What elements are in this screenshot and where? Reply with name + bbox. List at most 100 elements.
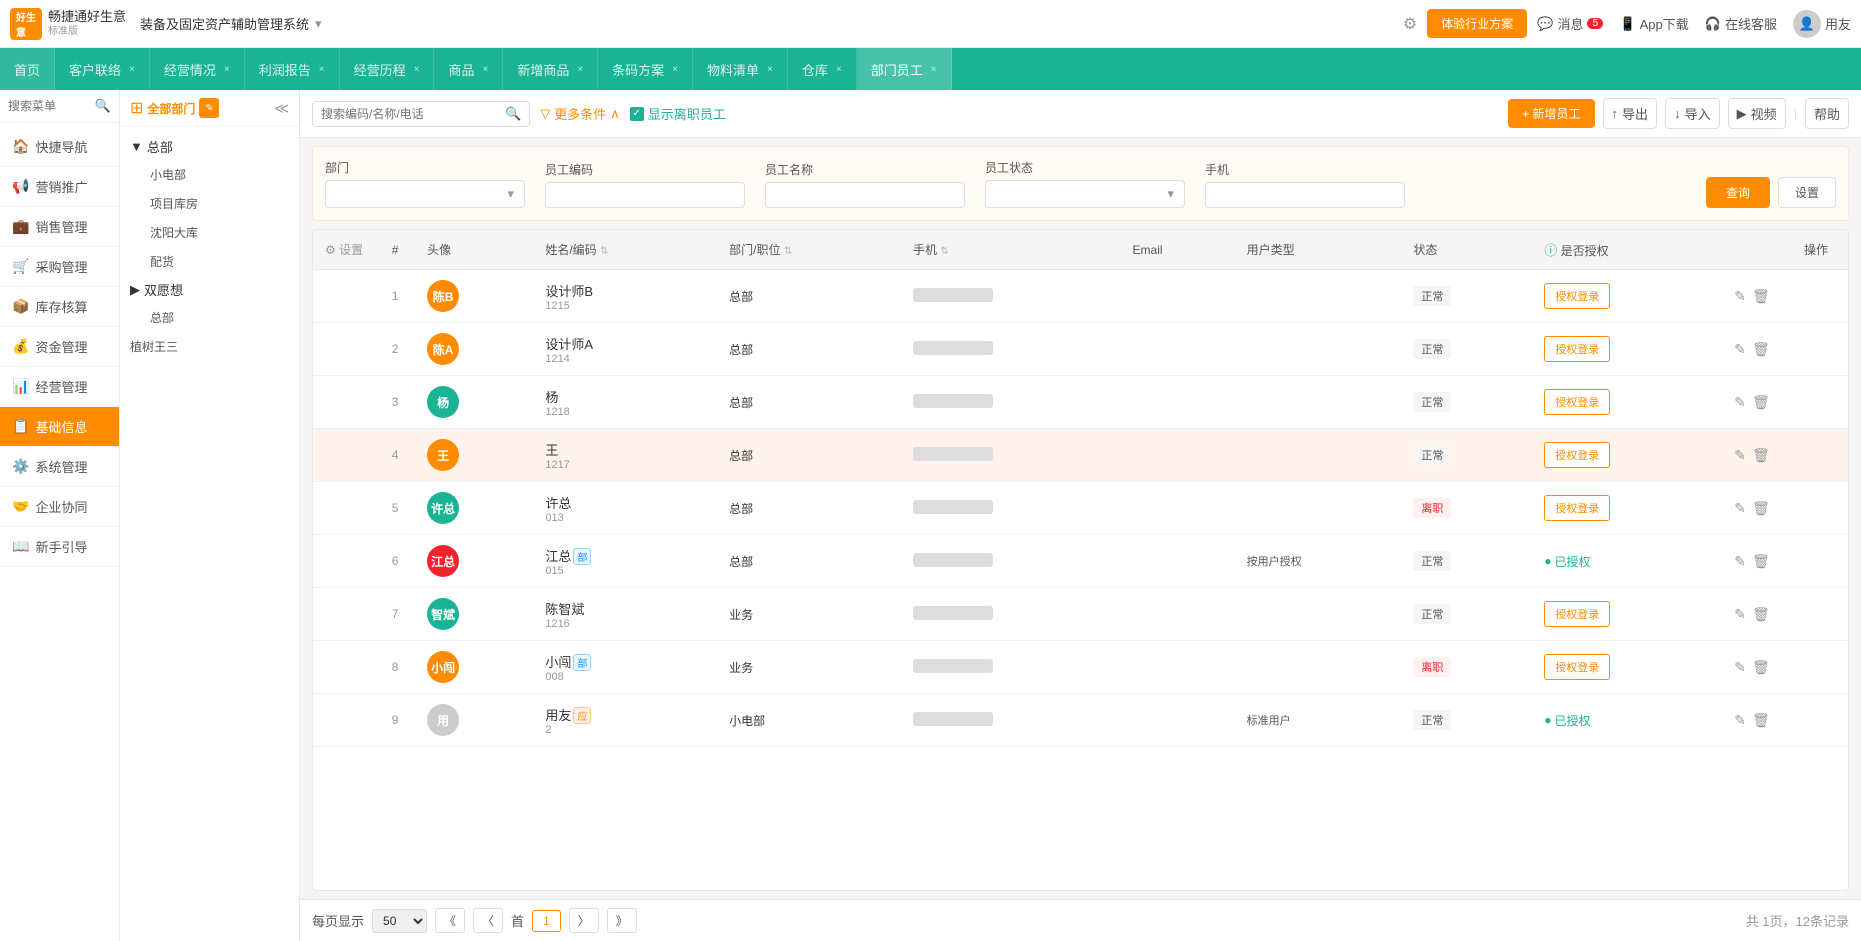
tab-customer[interactable]: 客户联络 × [55, 48, 150, 90]
sidebar-item-quick-nav[interactable]: 🏠 快捷导航 [0, 127, 119, 167]
auth-login-btn[interactable]: 授权登录 [1544, 389, 1610, 415]
search-input[interactable] [321, 107, 501, 121]
tab-employees[interactable]: 部门员工 × [857, 48, 952, 90]
auth-login-btn[interactable]: 授权登录 [1544, 654, 1610, 680]
delete-icon[interactable]: 🗑 [1752, 447, 1770, 464]
user-area[interactable]: 👤 用友 [1793, 10, 1851, 38]
close-icon[interactable]: × [767, 64, 773, 75]
tab-profit[interactable]: 利润报告 × [245, 48, 340, 90]
tab-warehouse[interactable]: 仓库 × [788, 48, 857, 90]
trial-button[interactable]: 体验行业方案 [1427, 9, 1527, 38]
next-page-btn[interactable]: 〉 [569, 908, 599, 933]
message-btn[interactable]: 💬 消息 5 [1537, 14, 1603, 33]
dept-edit-icon[interactable]: ✎ [199, 98, 219, 118]
delete-icon[interactable]: 🗑 [1752, 341, 1770, 358]
auth-login-btn[interactable]: 授权登录 [1544, 336, 1610, 362]
close-icon[interactable]: × [672, 64, 678, 75]
video-button[interactable]: ▶ 视频 [1728, 98, 1786, 129]
delete-icon[interactable]: 🗑 [1752, 659, 1770, 676]
import-button[interactable]: ↓ 导入 [1665, 98, 1720, 129]
col-name[interactable]: 姓名/编码 ⇅ [533, 230, 717, 270]
first-page-btn[interactable]: 《 [435, 908, 465, 933]
sidebar-item-finance[interactable]: 💰 资金管理 [0, 327, 119, 367]
help-button[interactable]: 帮助 [1805, 98, 1849, 129]
add-employee-button[interactable]: + 新增员工 [1508, 99, 1594, 128]
close-icon[interactable]: × [577, 64, 583, 75]
auth-login-btn[interactable]: 授权登录 [1544, 601, 1610, 627]
sidebar-item-marketing[interactable]: 📢 营销推广 [0, 167, 119, 207]
delete-icon[interactable]: 🗑 [1752, 394, 1770, 411]
last-page-btn[interactable]: 》 [607, 908, 637, 933]
sidebar-item-enterprise[interactable]: 🤝 企业协同 [0, 487, 119, 527]
emp-name-input[interactable] [765, 182, 965, 208]
delete-icon[interactable]: 🗑 [1752, 500, 1770, 517]
sidebar-item-inventory[interactable]: 📦 库存核算 [0, 287, 119, 327]
tab-journey[interactable]: 经营历程 × [340, 48, 435, 90]
show-resigned-toggle[interactable]: ✓ 显示离职员工 [630, 104, 726, 123]
close-icon[interactable]: × [224, 64, 230, 75]
current-page[interactable]: 1 [532, 910, 561, 932]
gear-icon[interactable]: ⚙ [1403, 14, 1417, 34]
edit-icon[interactable]: ✎ [1734, 394, 1746, 411]
sidebar-search-input[interactable] [8, 99, 91, 113]
edit-icon[interactable]: ✎ [1734, 712, 1746, 729]
tab-home[interactable]: 首页 [0, 48, 55, 90]
tab-barcode[interactable]: 条码方案 × [598, 48, 693, 90]
close-icon[interactable]: × [129, 64, 135, 75]
emp-code-input[interactable] [545, 182, 745, 208]
close-icon-active[interactable]: × [931, 64, 937, 75]
delete-icon[interactable]: 🗑 [1752, 606, 1770, 623]
auth-login-btn[interactable]: 授权登录 [1544, 442, 1610, 468]
search-btn-icon[interactable]: 🔍 [505, 106, 521, 122]
collapse-icon[interactable]: ≪ [274, 100, 289, 117]
dept-item-small-elec[interactable]: 小电部 [130, 160, 299, 189]
delete-icon[interactable]: 🗑 [1752, 712, 1770, 729]
dept-item-project[interactable]: 项目库房 [130, 189, 299, 218]
system-dropdown-icon[interactable]: ▾ [315, 16, 322, 32]
prev-page-btn[interactable]: 〈 [473, 908, 503, 933]
edit-icon[interactable]: ✎ [1734, 447, 1746, 464]
edit-icon[interactable]: ✎ [1734, 341, 1746, 358]
col-settings[interactable]: ⚙ 设置 [313, 230, 375, 270]
more-conditions-btn[interactable]: ▽ 更多条件 ∧ [540, 104, 620, 123]
tab-new-goods[interactable]: 新增商品 × [503, 48, 598, 90]
dept-item-distribution[interactable]: 配货 [130, 247, 299, 276]
app-download-btn[interactable]: 📱 App下载 [1619, 14, 1688, 33]
tab-goods[interactable]: 商品 × [434, 48, 503, 90]
dept-tree-group-hq[interactable]: ▼ 总部 [120, 133, 299, 160]
sidebar-item-operations[interactable]: 📊 经营管理 [0, 367, 119, 407]
phone-input[interactable] [1205, 182, 1405, 208]
dept-select[interactable]: ▾ [325, 180, 525, 208]
dept-item-planting[interactable]: 植树王三 [120, 332, 299, 361]
sidebar-item-purchase[interactable]: 🛒 采购管理 [0, 247, 119, 287]
dept-item-shenyang[interactable]: 沈阳大库 [130, 218, 299, 247]
close-icon[interactable]: × [414, 64, 420, 75]
delete-icon[interactable]: 🗑 [1752, 553, 1770, 570]
query-button[interactable]: 查询 [1706, 177, 1770, 208]
sidebar-item-sales[interactable]: 💼 销售管理 [0, 207, 119, 247]
edit-icon[interactable]: ✎ [1734, 553, 1746, 570]
auth-login-btn[interactable]: 授权登录 [1544, 283, 1610, 309]
set-button[interactable]: 设置 [1778, 177, 1836, 208]
tab-operations[interactable]: 经营情况 × [150, 48, 245, 90]
sidebar-item-basic-info[interactable]: 📋 基础信息 [0, 407, 119, 447]
sidebar-item-guide[interactable]: 📖 新手引导 [0, 527, 119, 567]
dept-item-hq2[interactable]: 总部 [130, 303, 299, 332]
delete-icon[interactable]: 🗑 [1752, 288, 1770, 305]
dept-tree-group-double-wish[interactable]: ▶ 双愿想 [120, 276, 299, 303]
close-icon[interactable]: × [482, 64, 488, 75]
edit-icon[interactable]: ✎ [1734, 500, 1746, 517]
close-icon[interactable]: × [319, 64, 325, 75]
auth-login-btn[interactable]: 授权登录 [1544, 495, 1610, 521]
tab-bom[interactable]: 物料清单 × [693, 48, 788, 90]
edit-icon[interactable]: ✎ [1734, 659, 1746, 676]
edit-icon[interactable]: ✎ [1734, 606, 1746, 623]
col-dept[interactable]: 部门/职位 ⇅ [717, 230, 901, 270]
col-phone[interactable]: 手机 ⇅ [901, 230, 1121, 270]
status-select[interactable]: ▾ [985, 180, 1185, 208]
edit-icon[interactable]: ✎ [1734, 288, 1746, 305]
sidebar-item-system[interactable]: ⚙️ 系统管理 [0, 447, 119, 487]
per-page-select[interactable]: 50 20 100 [372, 909, 427, 933]
close-icon[interactable]: × [836, 64, 842, 75]
export-button[interactable]: ↑ 导出 [1603, 98, 1658, 129]
